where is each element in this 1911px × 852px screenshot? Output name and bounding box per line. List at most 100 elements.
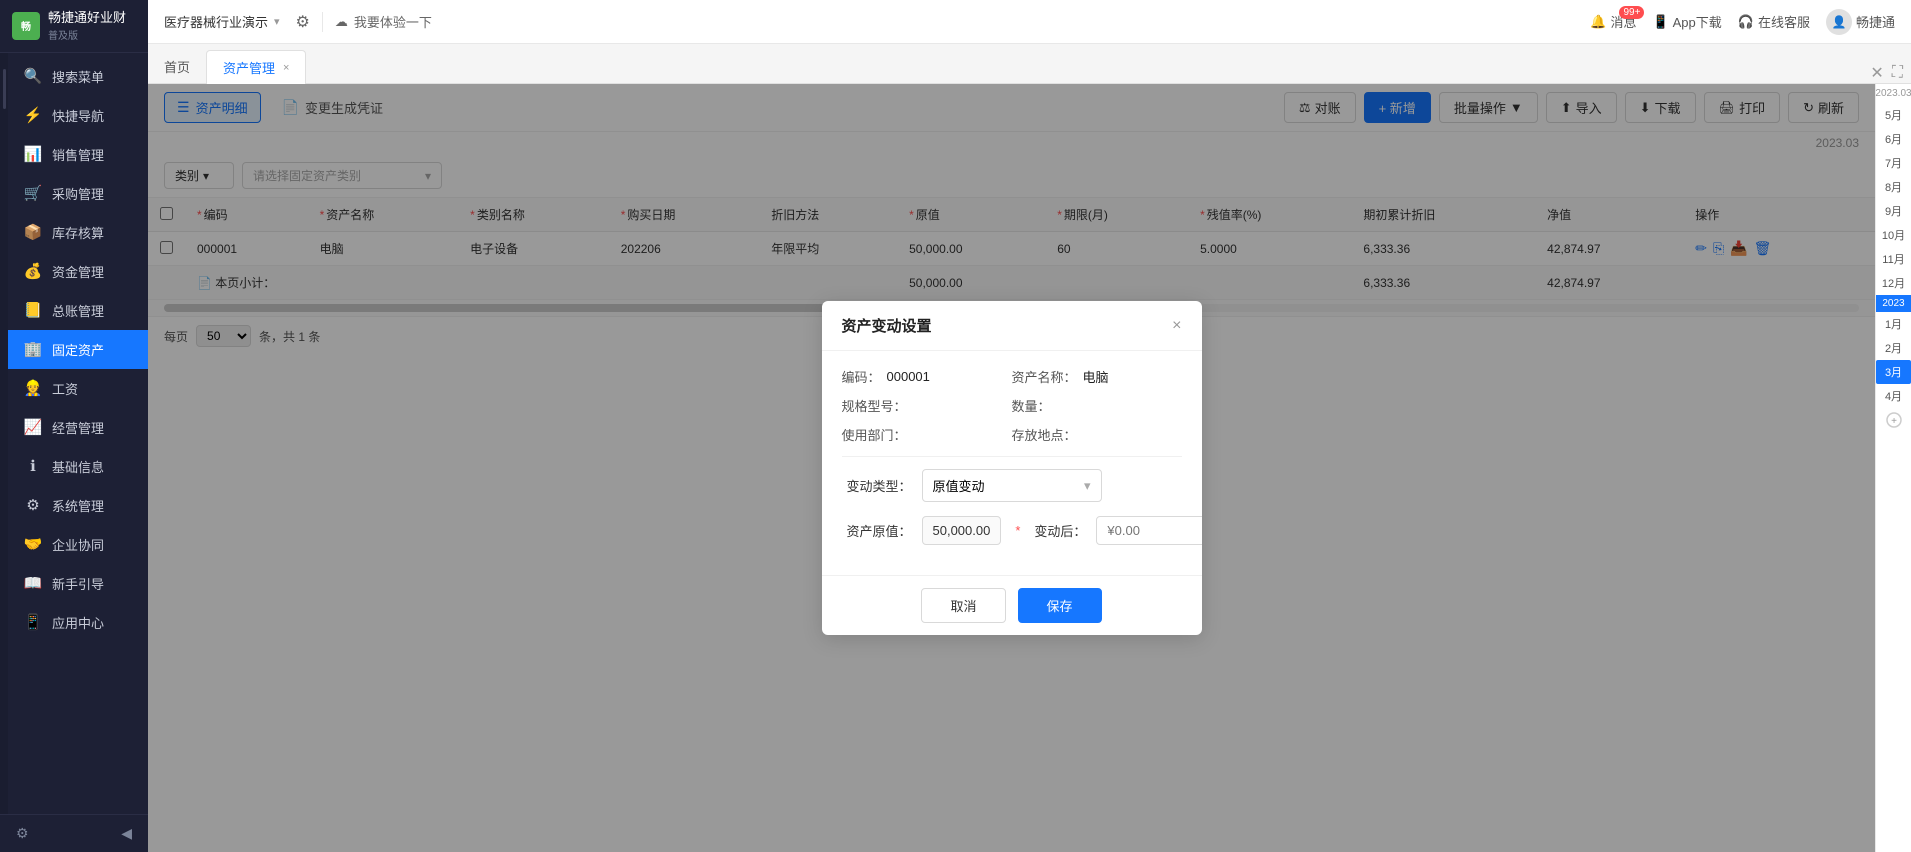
main-area: 医疗器械行业演示 ▾ ⚙ ☁ 我要体验一下 🔔 消息 99+ 📱 App下载 🎧…	[148, 0, 1911, 852]
sidebar-item-inventory[interactable]: 📦 库存核算	[8, 213, 148, 252]
cal-month-5[interactable]: 5月	[1876, 103, 1911, 127]
purchase-icon: 🛒	[24, 184, 42, 202]
change-type-label: 变动类型：	[842, 476, 912, 495]
modal-save-button[interactable]: 保存	[1018, 588, 1102, 623]
dept-label: 使用部门：	[842, 425, 907, 444]
sidebar-item-label: 应用中心	[52, 613, 104, 632]
cal-month-11[interactable]: 11月	[1876, 247, 1911, 271]
tabs-bar: 首页 资产管理 × ✕ ⛶	[148, 44, 1911, 84]
topbar-gear-icon[interactable]: ⚙	[296, 12, 310, 32]
cal-month-8[interactable]: 8月	[1876, 175, 1911, 199]
customer-service-label: 在线客服	[1758, 12, 1810, 31]
asset-change-modal: 资产变动设置 × 编码： 000001 资产名称： 电脑	[822, 301, 1202, 635]
guide-icon: 📖	[24, 574, 42, 592]
cal-month-12[interactable]: 12月	[1876, 271, 1911, 295]
cal-year-2023[interactable]: 2023	[1876, 295, 1911, 312]
tab-close-icon[interactable]: ×	[283, 62, 289, 74]
modal-close-button[interactable]: ×	[1172, 317, 1181, 335]
cloud-icon: ☁	[335, 14, 348, 30]
experience-button[interactable]: ☁ 我要体验一下	[335, 12, 432, 31]
business-icon: 📈	[24, 418, 42, 436]
asset-name-label: 资产名称：	[1012, 367, 1077, 386]
notifications-button[interactable]: 🔔 消息 99+	[1590, 12, 1636, 31]
sidebar-item-purchase[interactable]: 🛒 采购管理	[8, 174, 148, 213]
company-arrow-icon: ▾	[274, 15, 280, 28]
sidebar-item-payroll[interactable]: 👷 工资	[8, 369, 148, 408]
sidebar-item-label: 搜索菜单	[52, 67, 104, 86]
avatar: 👤	[1826, 9, 1852, 35]
qty-label: 数量：	[1012, 396, 1051, 415]
cal-month-1[interactable]: 1月	[1876, 312, 1911, 336]
sidebar-item-quick-nav[interactable]: ⚡ 快捷导航	[8, 96, 148, 135]
app-edition: 普及版	[48, 27, 126, 42]
calendar-year: 2023.03	[1875, 88, 1911, 99]
change-type-select[interactable]: 原值变动 ▾	[922, 469, 1102, 502]
tab-home[interactable]: 首页	[148, 49, 206, 83]
modal-qty-item: 数量：	[1012, 396, 1162, 415]
sidebar-item-label: 基础信息	[52, 457, 104, 476]
original-value-label: 资产原值：	[842, 521, 912, 540]
required-mark: *	[1015, 523, 1020, 538]
window-maximize-icon[interactable]: ⛶	[1892, 64, 1903, 82]
app-info: 畅捷通好业财 普及版	[48, 10, 126, 42]
quick-nav-icon: ⚡	[24, 106, 42, 124]
modal-cancel-button[interactable]: 取消	[921, 588, 1005, 623]
cal-month-4[interactable]: 4月	[1876, 384, 1911, 408]
mobile-icon: 📱	[1652, 14, 1668, 30]
headset-icon: 🎧	[1738, 14, 1754, 30]
after-value-input[interactable]	[1096, 516, 1201, 545]
sidebar-header: 畅 畅捷通好业财 普及版	[0, 0, 148, 53]
sidebar-item-funds[interactable]: 💰 资金管理	[8, 252, 148, 291]
sales-icon: 📊	[24, 145, 42, 163]
sidebar-item-guide[interactable]: 📖 新手引导	[8, 564, 148, 603]
app-download-button[interactable]: 📱 App下载	[1652, 12, 1721, 31]
sidebar-item-basic-info[interactable]: ℹ 基础信息	[8, 447, 148, 486]
cal-month-6[interactable]: 6月	[1876, 127, 1911, 151]
cal-month-7[interactable]: 7月	[1876, 151, 1911, 175]
value-row: 资产原值： 50,000.00 * 变动后：	[842, 516, 1182, 545]
window-close-icon[interactable]: ✕	[1870, 63, 1883, 83]
sidebar-item-cooperation[interactable]: 🤝 企业协同	[8, 525, 148, 564]
company-selector[interactable]: 医疗器械行业演示 ▾	[164, 12, 280, 31]
user-profile[interactable]: 👤 畅捷通	[1826, 9, 1895, 35]
select-arrow-icon: ▾	[1084, 478, 1091, 494]
modal-info-row-1: 编码： 000001 资产名称： 电脑	[842, 367, 1182, 386]
sidebar-item-sales[interactable]: 📊 销售管理	[8, 135, 148, 174]
sidebar-item-fixed-assets[interactable]: 🏢 固定资产	[8, 330, 148, 369]
general-ledger-icon: 📒	[24, 301, 42, 319]
window-controls: ✕ ⛶	[1870, 63, 1911, 83]
settings-footer-icon[interactable]: ⚙	[16, 825, 29, 842]
sidebar-item-search[interactable]: 🔍 搜索菜单	[8, 57, 148, 96]
sidebar-item-label: 资金管理	[52, 262, 104, 281]
code-label: 编码：	[842, 367, 881, 386]
cal-month-10[interactable]: 10月	[1876, 223, 1911, 247]
sidebar-item-label: 经营管理	[52, 418, 104, 437]
asset-name-value: 电脑	[1083, 367, 1109, 386]
sidebar-footer: ⚙ ◀	[0, 814, 148, 852]
funds-icon: 💰	[24, 262, 42, 280]
cal-expand-icon[interactable]: +	[1886, 412, 1902, 431]
home-label: 首页	[164, 57, 190, 76]
modal-location-item: 存放地点：	[1012, 425, 1162, 444]
change-type-row: 变动类型： 原值变动 ▾	[842, 469, 1182, 502]
sidebar-item-label: 新手引导	[52, 574, 104, 593]
cal-month-9[interactable]: 9月	[1876, 199, 1911, 223]
modal-footer: 取消 保存	[822, 575, 1202, 635]
payroll-icon: 👷	[24, 379, 42, 397]
right-calendar-panel: 2023.03 5月 6月 7月 8月 9月 10月 11月 12月 2023 …	[1875, 84, 1911, 852]
sidebar-item-label: 系统管理	[52, 496, 104, 515]
cal-month-2[interactable]: 2月	[1876, 336, 1911, 360]
customer-service-button[interactable]: 🎧 在线客服	[1738, 12, 1810, 31]
modal-info-row-3: 使用部门： 存放地点：	[842, 425, 1182, 444]
sidebar-item-business[interactable]: 📈 经营管理	[8, 408, 148, 447]
sidebar-item-app-center[interactable]: 📱 应用中心	[8, 603, 148, 642]
tab-asset-management[interactable]: 资产管理 ×	[206, 50, 306, 84]
sidebar-item-label: 销售管理	[52, 145, 104, 164]
fixed-assets-icon: 🏢	[24, 340, 42, 358]
collapse-icon[interactable]: ◀	[121, 825, 132, 842]
cal-month-3[interactable]: 3月	[1876, 360, 1911, 384]
sidebar-item-system[interactable]: ⚙ 系统管理	[8, 486, 148, 525]
modal-dept-item: 使用部门：	[842, 425, 992, 444]
topbar-right: 🔔 消息 99+ 📱 App下载 🎧 在线客服 👤 畅捷通	[1590, 9, 1895, 35]
sidebar-item-general-ledger[interactable]: 📒 总账管理	[8, 291, 148, 330]
